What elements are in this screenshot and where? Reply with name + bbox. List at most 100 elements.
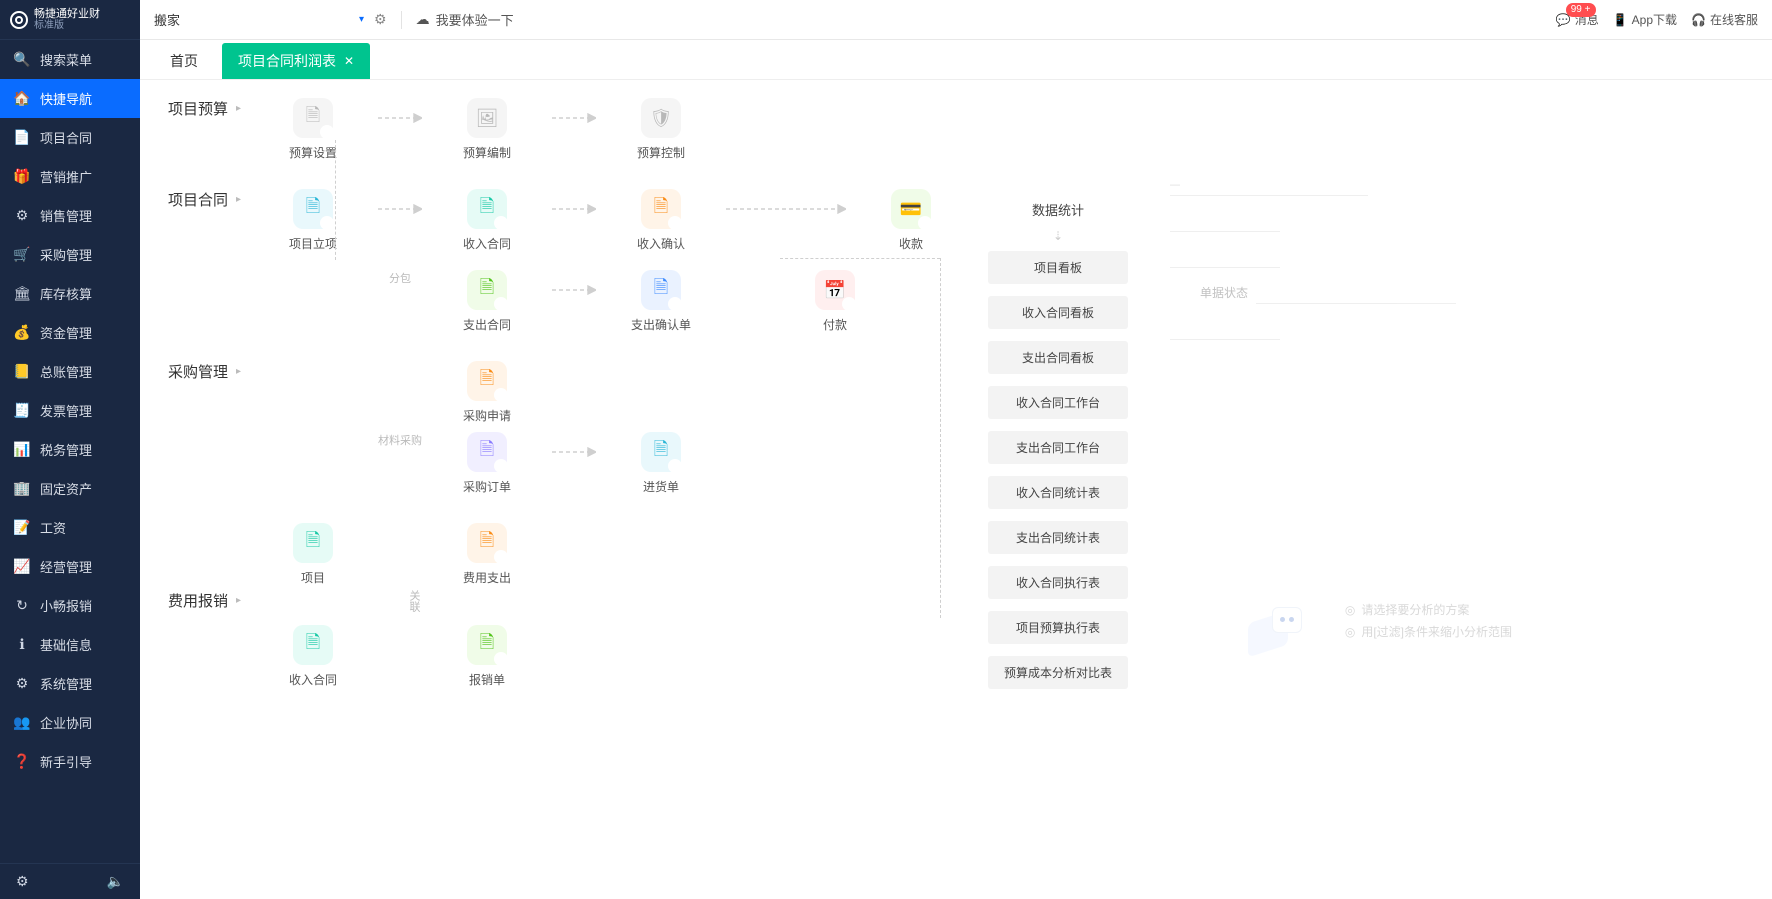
- support-label: 在线客服: [1710, 11, 1758, 28]
- node-expense-contract[interactable]: 🗎支出合同: [432, 270, 542, 333]
- node-budget-control[interactable]: 🛡预算控制: [606, 98, 716, 161]
- nav-operations[interactable]: 📈经营管理: [0, 547, 140, 586]
- node-budget-setup[interactable]: 🗎预算设置: [258, 98, 368, 161]
- doc-plus-icon: 🗎: [641, 189, 681, 229]
- gear-icon[interactable]: ⚙: [374, 11, 387, 28]
- nav-basic[interactable]: ℹ基础信息: [0, 625, 140, 664]
- nav-label: 发票管理: [40, 401, 92, 420]
- refresh-icon: ↻: [14, 598, 30, 614]
- messages-badge: 99 +: [1566, 3, 1596, 17]
- phone-icon: 📱: [1613, 13, 1628, 27]
- brand-edition: 标准版: [34, 20, 100, 31]
- btn-project-board[interactable]: 项目看板: [988, 251, 1128, 284]
- nav-salary[interactable]: 📝工资: [0, 508, 140, 547]
- btn-expense-board[interactable]: 支出合同看板: [988, 341, 1128, 374]
- search-input[interactable]: [154, 12, 353, 27]
- stats-title: 数据统计: [988, 200, 1128, 219]
- node-payment[interactable]: 📅付款: [780, 270, 890, 333]
- topbar: ▾ ⚙ ☁ 我要体验一下 💬 消息 99 + 📱 App下载: [140, 0, 1772, 40]
- people-icon: 👥: [14, 715, 30, 731]
- nav-sales[interactable]: ⚙销售管理: [0, 196, 140, 235]
- image-icon: 🖼: [467, 98, 507, 138]
- btn-income-exec[interactable]: 收入合同执行表: [988, 566, 1128, 599]
- node-income-confirm[interactable]: 🗎收入确认: [606, 189, 716, 252]
- nav-label: 搜索菜单: [40, 50, 92, 69]
- nav-label: 总账管理: [40, 362, 92, 381]
- chevron-down-icon[interactable]: ▾: [359, 14, 364, 25]
- nav-label: 快捷导航: [40, 89, 92, 108]
- node-income-contract2[interactable]: 🗎收入合同: [258, 625, 368, 688]
- sub-label: 关联: [378, 590, 422, 612]
- btn-expense-workbench[interactable]: 支出合同工作台: [988, 431, 1128, 464]
- global-search[interactable]: ▾: [154, 12, 364, 27]
- btn-income-workbench[interactable]: 收入合同工作台: [988, 386, 1128, 419]
- nav-search[interactable]: 🔍搜索菜单: [0, 40, 140, 79]
- nav-marketing[interactable]: 🎁营销推广: [0, 157, 140, 196]
- nav-label: 销售管理: [40, 206, 92, 225]
- sub-label: 材料采购: [378, 432, 422, 448]
- nav-expense[interactable]: ↻ 小畅报销: [0, 586, 140, 625]
- nav-collab[interactable]: 👥企业协同: [0, 703, 140, 742]
- btn-income-stats[interactable]: 收入合同统计表: [988, 476, 1128, 509]
- app-label: App下载: [1632, 11, 1677, 28]
- sub-label: 分包: [378, 270, 422, 286]
- messages-button[interactable]: 💬 消息 99 +: [1556, 11, 1599, 28]
- connector: [335, 140, 336, 260]
- tab-home[interactable]: 首页: [154, 43, 214, 79]
- collapse-icon[interactable]: 🔈: [107, 873, 124, 890]
- compass-icon: ◎: [1345, 622, 1355, 644]
- chevron-right-icon: ▸: [236, 595, 241, 606]
- node-project-init[interactable]: 🗎项目立项: [258, 189, 368, 252]
- btn-expense-stats[interactable]: 支出合同统计表: [988, 521, 1128, 554]
- nav-inventory[interactable]: 🏛库存核算: [0, 274, 140, 313]
- node-goods-receipt[interactable]: 🗎进货单: [606, 432, 716, 495]
- try-label: 我要体验一下: [436, 10, 514, 29]
- nav-label: 系统管理: [40, 674, 92, 693]
- contract-no-input[interactable]: —: [1168, 172, 1368, 196]
- nav-assets[interactable]: 🏢固定资产: [0, 469, 140, 508]
- btn-budget-cost-compare[interactable]: 预算成本分析对比表: [988, 656, 1128, 689]
- nav-tax[interactable]: 📊税务管理: [0, 430, 140, 469]
- section-budget: 项目预算▸ 🗎预算设置 🖼预算编制 🛡预算控制: [168, 98, 1142, 161]
- node-expense-confirm[interactable]: 🗎支出确认单: [606, 270, 716, 333]
- node-expense[interactable]: 🗎费用支出: [432, 523, 542, 586]
- nav-project-contract[interactable]: 📄项目合同: [0, 118, 140, 157]
- close-icon[interactable]: ✕: [344, 54, 354, 68]
- gift-icon: 🎁: [14, 169, 30, 185]
- doc-plus-icon: 🗎: [641, 270, 681, 310]
- building-icon: 🏢: [14, 481, 30, 497]
- try-link[interactable]: ☁ 我要体验一下: [416, 10, 514, 29]
- node-reimburse[interactable]: 🗎报销单: [432, 625, 542, 688]
- brand-logo-icon: [10, 11, 28, 29]
- nav-quicknav[interactable]: 🏠快捷导航: [0, 79, 140, 118]
- node-receipt[interactable]: 💳收款: [856, 189, 966, 252]
- settings-icon[interactable]: ⚙: [16, 873, 29, 890]
- nav-guide[interactable]: ❓新手引导: [0, 742, 140, 781]
- node-purchase-request[interactable]: 🗎采购申请: [432, 361, 542, 424]
- section-title: 项目预算: [168, 98, 228, 119]
- node-project[interactable]: 🗎项目: [258, 523, 368, 586]
- nav-label: 税务管理: [40, 440, 92, 459]
- nav-system[interactable]: ⚙系统管理: [0, 664, 140, 703]
- btn-budget-exec[interactable]: 项目预算执行表: [988, 611, 1128, 644]
- app-download-button[interactable]: 📱 App下载: [1613, 11, 1677, 28]
- divider: [401, 11, 402, 29]
- node-budget-compile[interactable]: 🖼预算编制: [432, 98, 542, 161]
- nav-funds[interactable]: 💰资金管理: [0, 313, 140, 352]
- nav-purchase[interactable]: 🛒采购管理: [0, 235, 140, 274]
- arrow-icon: [378, 98, 422, 138]
- doc-status-input[interactable]: [1256, 280, 1456, 304]
- info-icon: ℹ: [14, 637, 30, 653]
- support-button[interactable]: 🎧 在线客服: [1691, 11, 1758, 28]
- arrow-icon: [726, 189, 846, 229]
- nav-invoice[interactable]: 🧾发票管理: [0, 391, 140, 430]
- nav-label: 新手引导: [40, 752, 92, 771]
- node-purchase-order[interactable]: 🗎采购订单: [432, 432, 542, 495]
- nav-ledger[interactable]: 📒总账管理: [0, 352, 140, 391]
- node-income-contract[interactable]: 🗎收入合同: [432, 189, 542, 252]
- btn-income-board[interactable]: 收入合同看板: [988, 296, 1128, 329]
- nav-label: 小畅报销: [40, 596, 92, 615]
- doc-plus-icon: 🗎: [293, 98, 333, 138]
- tab-profit-report[interactable]: 项目合同利润表 ✕: [222, 43, 370, 79]
- doc-plus-icon: 🗎: [467, 625, 507, 665]
